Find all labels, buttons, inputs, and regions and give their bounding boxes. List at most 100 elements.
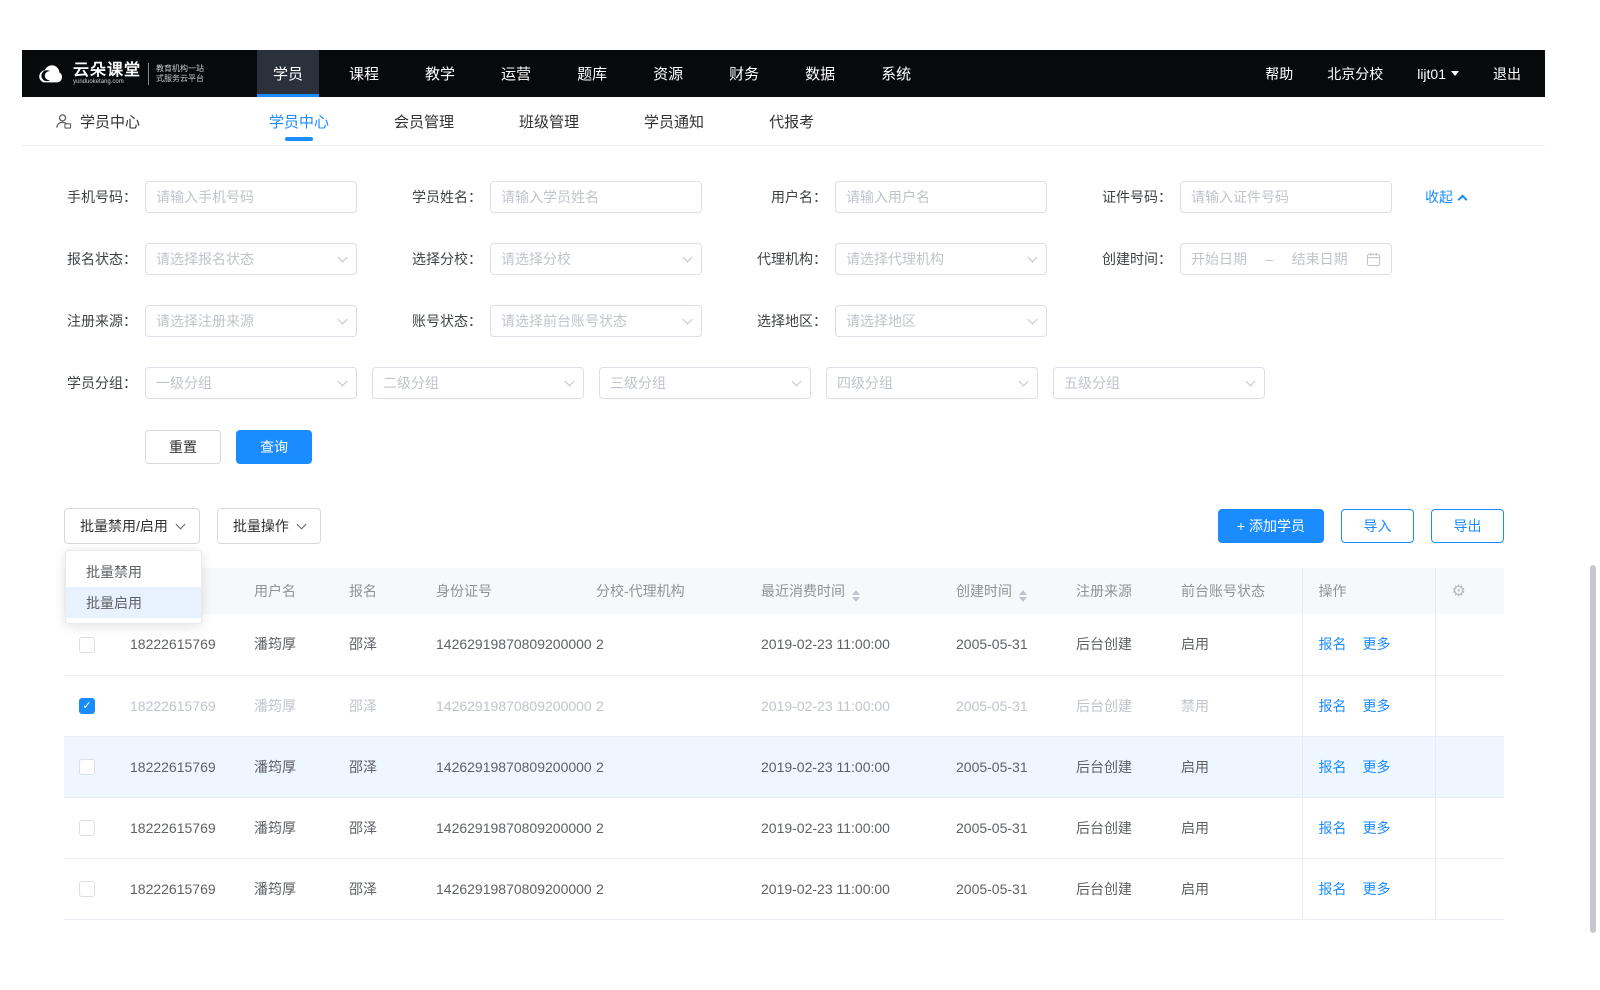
batch-disable-enable-label: 批量禁用/启用 bbox=[80, 516, 168, 536]
menu-item-batch-disable[interactable]: 批量禁用 bbox=[66, 556, 201, 587]
group-level-3-select[interactable]: 三级分组 bbox=[599, 367, 811, 399]
enroll-link[interactable]: 报名 bbox=[1319, 820, 1347, 836]
group-level-2-select[interactable]: 二级分组 bbox=[372, 367, 584, 399]
cell-created: 2005-05-31 bbox=[940, 858, 1060, 919]
region-select[interactable]: 请选择地区 bbox=[835, 305, 1047, 337]
cell-phone: 18222615769 bbox=[110, 797, 238, 858]
tab-proxy-exam[interactable]: 代报考 bbox=[751, 97, 832, 145]
cell-branch: 2 bbox=[580, 614, 745, 675]
tab-class-management[interactable]: 班级管理 bbox=[501, 97, 597, 145]
idcard-input-box bbox=[1180, 181, 1392, 213]
more-link[interactable]: 更多 bbox=[1363, 881, 1391, 897]
batch-operations-dropdown[interactable]: 批量操作 bbox=[217, 508, 321, 544]
page: 云朵课堂 yunduoketang.com 教育机构一站 式服务云平台 学员 课… bbox=[0, 0, 1600, 990]
chevron-down-icon bbox=[1028, 314, 1038, 324]
enroll-link[interactable]: 报名 bbox=[1319, 881, 1347, 897]
row-checkbox[interactable] bbox=[79, 820, 95, 836]
cell-status: 启用 bbox=[1165, 858, 1302, 919]
school-select[interactable]: 请选择分校 bbox=[490, 243, 702, 275]
logout-link[interactable]: 退出 bbox=[1493, 64, 1521, 84]
cell-idcard: 14262919870809200000 bbox=[420, 797, 580, 858]
chevron-down-icon bbox=[338, 376, 348, 386]
nav-item-teaching[interactable]: 教学 bbox=[409, 50, 471, 97]
chevron-down-icon bbox=[792, 376, 802, 386]
group-level-4-select[interactable]: 四级分组 bbox=[826, 367, 1038, 399]
filter-phone: 手机号码： bbox=[22, 181, 367, 213]
username-input[interactable] bbox=[846, 189, 1036, 205]
nav-item-resources[interactable]: 资源 bbox=[637, 50, 699, 97]
nav-item-question-bank[interactable]: 题库 bbox=[561, 50, 623, 97]
student-group-label: 学员分组： bbox=[22, 373, 137, 393]
enroll-link[interactable]: 报名 bbox=[1319, 759, 1347, 775]
cell-phone: 18222615769 bbox=[110, 736, 238, 797]
nav-item-finance[interactable]: 财务 bbox=[713, 50, 775, 97]
tab-student-notice[interactable]: 学员通知 bbox=[626, 97, 722, 145]
user-menu[interactable]: lijt01 bbox=[1417, 66, 1459, 82]
row-checkbox-checked[interactable]: ✓ bbox=[79, 698, 95, 714]
scrollbar[interactable] bbox=[1590, 565, 1596, 933]
enroll-link[interactable]: 报名 bbox=[1319, 636, 1347, 652]
idcard-input[interactable] bbox=[1191, 189, 1381, 205]
account-status-select[interactable]: 请选择前台账号状态 bbox=[490, 305, 702, 337]
cell-username: 潘筠厚 bbox=[238, 736, 333, 797]
reset-button[interactable]: 重置 bbox=[145, 430, 221, 464]
more-link[interactable]: 更多 bbox=[1363, 820, 1391, 836]
filter-idcard: 证件号码： bbox=[1057, 181, 1402, 213]
nav-item-data[interactable]: 数据 bbox=[789, 50, 851, 97]
export-button[interactable]: 导出 bbox=[1431, 509, 1504, 543]
enroll-status-select[interactable]: 请选择报名状态 bbox=[145, 243, 357, 275]
sort-icon[interactable] bbox=[852, 590, 860, 602]
help-link[interactable]: 帮助 bbox=[1265, 64, 1293, 84]
cell-consume: 2019-02-23 11:00:00 bbox=[745, 736, 940, 797]
nav-item-courses[interactable]: 课程 bbox=[333, 50, 395, 97]
group-level-4-placeholder: 四级分组 bbox=[837, 373, 1020, 393]
school-placeholder: 请选择分校 bbox=[501, 249, 684, 269]
batch-dropdown-menu: 批量禁用 批量启用 bbox=[65, 550, 202, 624]
import-button[interactable]: 导入 bbox=[1341, 509, 1414, 543]
group-level-1-select[interactable]: 一级分组 bbox=[145, 367, 357, 399]
enroll-link[interactable]: 报名 bbox=[1319, 698, 1347, 714]
sort-icon[interactable] bbox=[1019, 590, 1027, 602]
date-range-picker[interactable]: 开始日期 – 结束日期 bbox=[1180, 243, 1392, 275]
cell-created: 2005-05-31 bbox=[940, 736, 1060, 797]
cell-status: 启用 bbox=[1165, 797, 1302, 858]
table-toolbar: 批量禁用/启用 批量操作 + 添加学员 导入 导出 bbox=[64, 508, 1504, 544]
agency-select[interactable]: 请选择代理机构 bbox=[835, 243, 1047, 275]
cell-idcard: 14262919870809200000 bbox=[420, 736, 580, 797]
search-button[interactable]: 查询 bbox=[236, 430, 312, 464]
register-source-select[interactable]: 请选择注册来源 bbox=[145, 305, 357, 337]
collapse-filters-link[interactable]: 收起 bbox=[1425, 187, 1466, 207]
student-name-input[interactable] bbox=[501, 189, 691, 205]
tab-member-management[interactable]: 会员管理 bbox=[376, 97, 472, 145]
menu-item-batch-enable[interactable]: 批量启用 bbox=[66, 587, 201, 618]
cell-username: 潘筠厚 bbox=[238, 675, 333, 736]
group-level-1-placeholder: 一级分组 bbox=[156, 373, 339, 393]
phone-input[interactable] bbox=[156, 189, 346, 205]
logo-tagline: 教育机构一站 式服务云平台 bbox=[156, 64, 204, 84]
table-row: 18222615769 潘筠厚 邵泽 14262919870809200000 … bbox=[64, 614, 1504, 675]
row-checkbox[interactable] bbox=[79, 759, 95, 775]
nav-item-students[interactable]: 学员 bbox=[257, 50, 319, 97]
students-table-wrap: 用户名 报名 身份证号 分校-代理机构 最近消费时间 创建时间 注册来源 前台账… bbox=[64, 568, 1504, 920]
more-link[interactable]: 更多 bbox=[1363, 636, 1391, 652]
batch-disable-enable-dropdown[interactable]: 批量禁用/启用 bbox=[64, 508, 200, 544]
table-header-row: 用户名 报名 身份证号 分校-代理机构 最近消费时间 创建时间 注册来源 前台账… bbox=[64, 568, 1504, 614]
user-name: lijt01 bbox=[1417, 66, 1446, 82]
nav-item-operations[interactable]: 运营 bbox=[485, 50, 547, 97]
cell-enroll: 邵泽 bbox=[333, 614, 420, 675]
group-level-5-select[interactable]: 五级分组 bbox=[1053, 367, 1265, 399]
cell-status: 启用 bbox=[1165, 736, 1302, 797]
row-checkbox[interactable] bbox=[79, 881, 95, 897]
cell-phone: 18222615769 bbox=[110, 858, 238, 919]
add-student-button[interactable]: + 添加学员 bbox=[1218, 509, 1324, 543]
more-link[interactable]: 更多 bbox=[1363, 698, 1391, 714]
nav-item-system[interactable]: 系统 bbox=[865, 50, 927, 97]
more-link[interactable]: 更多 bbox=[1363, 759, 1391, 775]
branch-link[interactable]: 北京分校 bbox=[1327, 64, 1383, 84]
chevron-down-icon bbox=[296, 519, 306, 529]
sub-tabs: 学员中心 会员管理 班级管理 学员通知 代报考 bbox=[251, 97, 861, 145]
table-row: 18222615769 潘筠厚 邵泽 14262919870809200000 … bbox=[64, 858, 1504, 919]
tab-student-center[interactable]: 学员中心 bbox=[251, 97, 347, 145]
gear-icon[interactable]: ⚙ bbox=[1452, 583, 1466, 600]
row-checkbox[interactable] bbox=[79, 637, 95, 653]
